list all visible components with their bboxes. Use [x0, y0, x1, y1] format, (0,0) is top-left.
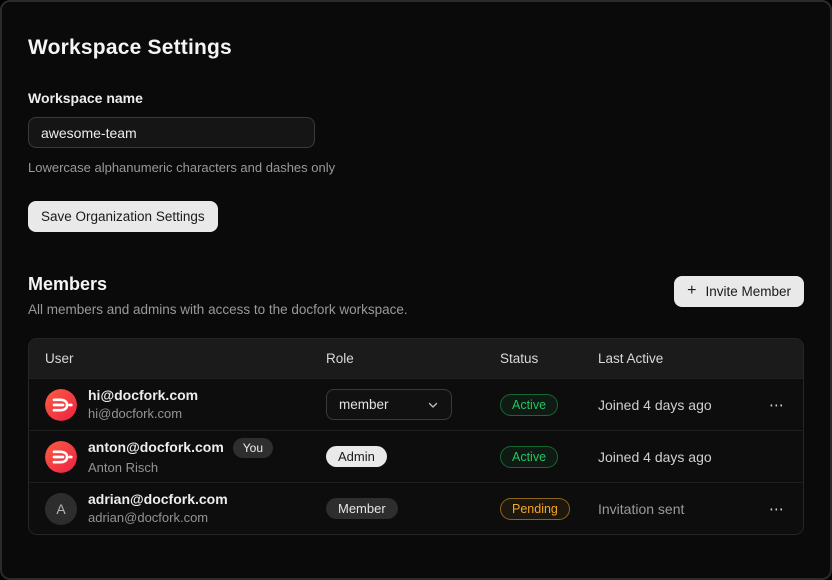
- row-menu-button[interactable]: ⋯: [767, 496, 787, 522]
- user-identity: anton@docfork.com You Anton Risch: [88, 437, 274, 476]
- user-name: adrian@docfork.com: [88, 490, 228, 507]
- role-cell: member: [326, 389, 500, 420]
- user-email: hi@docfork.com: [88, 406, 183, 422]
- save-organization-settings-button[interactable]: Save Organization Settings: [28, 201, 218, 232]
- table-row: hi@docfork.com hi@docfork.com member Act…: [29, 378, 803, 430]
- user-email: adrian@docfork.com: [88, 510, 209, 526]
- page-title: Workspace Settings: [28, 36, 232, 59]
- members-table: User Role Status Last Active hi@docfork.…: [28, 338, 804, 535]
- user-email: Anton Risch: [88, 459, 159, 475]
- role-select-value: member: [339, 397, 389, 412]
- user-name: hi@docfork.com: [88, 386, 199, 403]
- role-cell: Admin: [326, 446, 500, 467]
- user-name: anton@docfork.com: [88, 438, 224, 455]
- table-row: anton@docfork.com You Anton Risch Admin …: [29, 430, 803, 482]
- status-badge: Active: [500, 393, 559, 416]
- column-header-user: User: [45, 351, 74, 366]
- invite-member-label: Invite Member: [705, 284, 791, 299]
- status-badge: Pending: [500, 497, 570, 520]
- row-menu-button[interactable]: ⋯: [767, 392, 787, 418]
- you-badge: You: [232, 437, 274, 458]
- workspace-name-label: Workspace name: [28, 90, 143, 106]
- invite-member-button[interactable]: + Invite Member: [674, 276, 804, 307]
- role-badge: Admin: [326, 446, 387, 467]
- column-header-last-active: Last Active: [598, 351, 664, 366]
- members-subtitle: All members and admins with access to th…: [28, 302, 408, 317]
- status-cell: Pending: [500, 497, 598, 520]
- plus-icon: +: [687, 281, 697, 299]
- column-header-role: Role: [326, 351, 354, 366]
- table-header-row: User Role Status Last Active: [29, 339, 803, 378]
- table-row: A adrian@docfork.com adrian@docfork.com …: [29, 482, 803, 534]
- members-title: Members: [28, 274, 108, 294]
- role-badge: Member: [326, 498, 398, 519]
- column-header-status: Status: [500, 351, 539, 366]
- last-active-cell: Joined 4 days ago: [598, 396, 712, 413]
- letter-avatar: A: [45, 492, 77, 525]
- chevron-down-icon: [428, 402, 438, 408]
- workspace-settings-page: Workspace Settings Workspace name Lowerc…: [0, 0, 832, 580]
- members-heading-group: Members All members and admins with acce…: [28, 274, 408, 317]
- last-active-cell: Invitation sent: [598, 500, 685, 517]
- role-select[interactable]: member: [326, 389, 452, 420]
- role-cell: Member: [326, 498, 500, 519]
- docfork-logo-avatar: [45, 440, 77, 473]
- user-cell: anton@docfork.com You Anton Risch: [45, 437, 326, 476]
- last-active-cell: Joined 4 days ago: [598, 448, 712, 465]
- user-identity: hi@docfork.com hi@docfork.com: [88, 387, 198, 422]
- user-identity: adrian@docfork.com adrian@docfork.com: [88, 491, 228, 526]
- user-cell: A adrian@docfork.com adrian@docfork.com: [45, 491, 326, 526]
- docfork-logo-avatar: [45, 388, 77, 421]
- status-cell: Active: [500, 393, 598, 416]
- status-badge: Active: [500, 445, 559, 468]
- user-cell: hi@docfork.com hi@docfork.com: [45, 387, 326, 422]
- workspace-name-helper: Lowercase alphanumeric characters and da…: [28, 160, 336, 175]
- workspace-name-input[interactable]: [28, 117, 315, 148]
- status-cell: Active: [500, 445, 598, 468]
- members-header: Members All members and admins with acce…: [28, 274, 804, 317]
